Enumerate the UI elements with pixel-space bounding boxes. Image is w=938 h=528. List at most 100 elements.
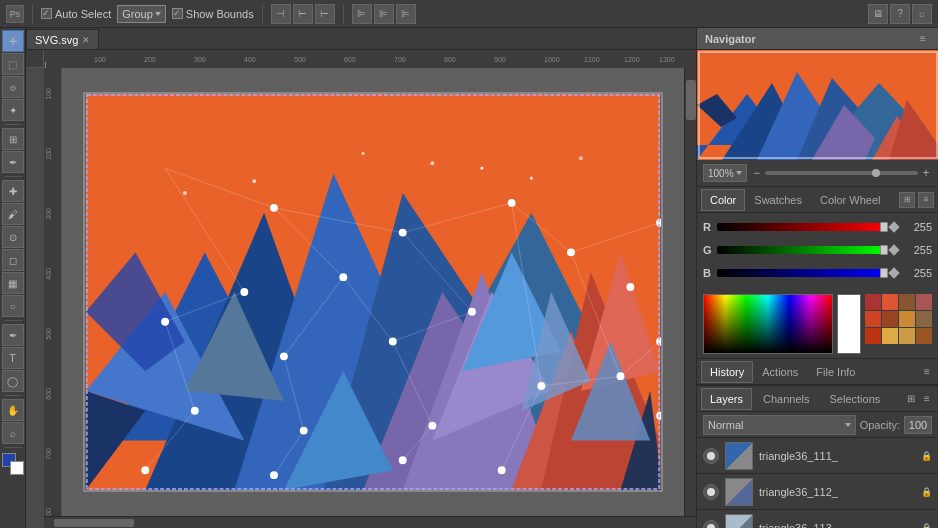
- g-slider[interactable]: [717, 246, 886, 254]
- navigator-section: Navigator ≡: [697, 28, 938, 187]
- tab-file-info[interactable]: File Info: [807, 361, 864, 383]
- dist-right-btn[interactable]: ⊫: [396, 4, 416, 24]
- eraser-tool-btn[interactable]: ◻: [2, 249, 24, 271]
- swatch-tan[interactable]: [916, 311, 932, 327]
- layers-grid-btn[interactable]: ⊞: [904, 392, 918, 406]
- swatch-sienna[interactable]: [916, 328, 932, 344]
- right-panel: Navigator ≡: [696, 28, 938, 528]
- zoom-slider[interactable]: [765, 171, 918, 175]
- heal-tool-btn[interactable]: ✚: [2, 180, 24, 202]
- move-tool-btn[interactable]: ✛: [2, 30, 24, 52]
- g-slider-thumb[interactable]: [880, 245, 888, 255]
- ruler-corner: [26, 50, 44, 68]
- toolbar-sep-2: [262, 4, 263, 24]
- layer-item-0[interactable]: triangle36_111_ 🔒: [697, 438, 938, 474]
- swatch-orange[interactable]: [899, 311, 915, 327]
- r-slider-thumb[interactable]: [880, 222, 888, 232]
- swatch-brown[interactable]: [899, 294, 915, 310]
- color-gradient[interactable]: [703, 294, 833, 354]
- fg-bg-colors[interactable]: [2, 453, 24, 475]
- scrollbar-thumb-v[interactable]: [686, 80, 696, 120]
- color-panel-grid-btn[interactable]: ⊞: [899, 192, 915, 208]
- color-panel-menu-btn[interactable]: ≡: [918, 192, 934, 208]
- scrollbar-thumb-h[interactable]: [54, 519, 134, 527]
- layer-visibility-1[interactable]: [703, 484, 719, 500]
- lasso-tool-btn[interactable]: ⌾: [2, 76, 24, 98]
- b-slider[interactable]: [717, 269, 886, 277]
- show-bounds-checkbox[interactable]: [172, 8, 183, 19]
- canvas-tab-svg[interactable]: SVG.svg ✕: [26, 29, 99, 49]
- gradient-tool-btn[interactable]: ▦: [2, 272, 24, 294]
- search-btn[interactable]: ⌕: [912, 4, 932, 24]
- b-slider-thumb[interactable]: [880, 268, 888, 278]
- canvas-content[interactable]: [83, 92, 663, 492]
- select-tool-btn[interactable]: ⬚: [2, 53, 24, 75]
- navigator-menu-btn[interactable]: ≡: [916, 32, 930, 46]
- dodge-tool-btn[interactable]: ○: [2, 295, 24, 317]
- auto-select-checkbox[interactable]: [41, 8, 52, 19]
- eyedropper-btn[interactable]: ✒: [2, 151, 24, 173]
- dist-left-btn[interactable]: ⊫: [352, 4, 372, 24]
- swatch-gold[interactable]: [882, 328, 898, 344]
- tab-history[interactable]: History: [701, 361, 753, 383]
- swatch-orange-dark[interactable]: [882, 294, 898, 310]
- swatch-mauve[interactable]: [916, 294, 932, 310]
- swatch-brown-red[interactable]: [882, 311, 898, 327]
- zoom-dropdown[interactable]: 100%: [703, 164, 747, 182]
- swatch-red[interactable]: [865, 311, 881, 327]
- tab-selections[interactable]: Selections: [821, 388, 890, 410]
- zoom-minus-btn[interactable]: −: [751, 167, 763, 179]
- color-box-white[interactable]: [837, 294, 861, 354]
- layer-visibility-0[interactable]: [703, 448, 719, 464]
- toolbar-sep-3: [343, 4, 344, 24]
- tab-close-btn[interactable]: ✕: [82, 35, 90, 45]
- dist-center-btn[interactable]: ⊫: [374, 4, 394, 24]
- bg-color[interactable]: [10, 461, 24, 475]
- zoom-slider-thumb[interactable]: [872, 169, 880, 177]
- swatch-amber[interactable]: [899, 328, 915, 344]
- blend-mode-dropdown[interactable]: Normal: [703, 415, 856, 435]
- swatch-red-dark[interactable]: [865, 294, 881, 310]
- crop-tool-btn[interactable]: ⊞: [2, 128, 24, 150]
- tool-sep-4: [4, 395, 22, 396]
- align-left-btn[interactable]: ⊣: [271, 4, 291, 24]
- text-tool-btn[interactable]: T: [2, 347, 24, 369]
- canvas-scrollbar-horizontal[interactable]: [44, 516, 696, 528]
- help-btn[interactable]: ?: [890, 4, 910, 24]
- group-dropdown[interactable]: Group: [117, 5, 166, 23]
- layer-item-1[interactable]: triangle36_112_ 🔒: [697, 474, 938, 510]
- tab-swatches[interactable]: Swatches: [745, 189, 811, 211]
- clone-tool-btn[interactable]: ⊙: [2, 226, 24, 248]
- opacity-input[interactable]: 100: [904, 416, 932, 434]
- layer-item-2[interactable]: triangle36_113_ 🔒: [697, 510, 938, 528]
- monitor-icon-btn[interactable]: 🖥: [868, 4, 888, 24]
- tool-sep-2: [4, 176, 22, 177]
- auto-select-label: Auto Select: [55, 8, 111, 20]
- magic-wand-btn[interactable]: ✦: [2, 99, 24, 121]
- svg-point-74: [430, 161, 434, 165]
- brush-tool-btn[interactable]: 🖌: [2, 203, 24, 225]
- tab-color[interactable]: Color: [701, 189, 745, 211]
- canvas-area: SVG.svg ✕ 100 200 300 400 500 600 700 80…: [26, 28, 696, 528]
- tab-color-wheel[interactable]: Color Wheel: [811, 189, 890, 211]
- canvas-scrollbar-vertical[interactable]: [684, 68, 696, 516]
- color-picker-area: [697, 290, 938, 358]
- align-right-btn[interactable]: ⊢: [315, 4, 335, 24]
- shape-tool-btn[interactable]: ◯: [2, 370, 24, 392]
- pen-tool-btn[interactable]: ✒: [2, 324, 24, 346]
- layer-name-1: triangle36_112_: [759, 486, 915, 498]
- ruler-tick-200: 200: [144, 56, 156, 63]
- layer-visibility-2[interactable]: [703, 520, 719, 529]
- layers-menu-btn[interactable]: ≡: [920, 392, 934, 406]
- tab-channels[interactable]: Channels: [754, 388, 818, 410]
- zoom-plus-btn[interactable]: +: [920, 167, 932, 179]
- r-slider[interactable]: [717, 223, 886, 231]
- hand-tool-btn[interactable]: ✋: [2, 399, 24, 421]
- history-panel-menu-btn[interactable]: ≡: [920, 365, 934, 379]
- swatch-crimson[interactable]: [865, 328, 881, 344]
- tab-actions[interactable]: Actions: [753, 361, 807, 383]
- tab-layers[interactable]: Layers: [701, 388, 752, 410]
- transform-icons: ⊣ ⊢ ⊢: [271, 4, 335, 24]
- align-center-h-btn[interactable]: ⊢: [293, 4, 313, 24]
- zoom-tool-btn[interactable]: ⌕: [2, 422, 24, 444]
